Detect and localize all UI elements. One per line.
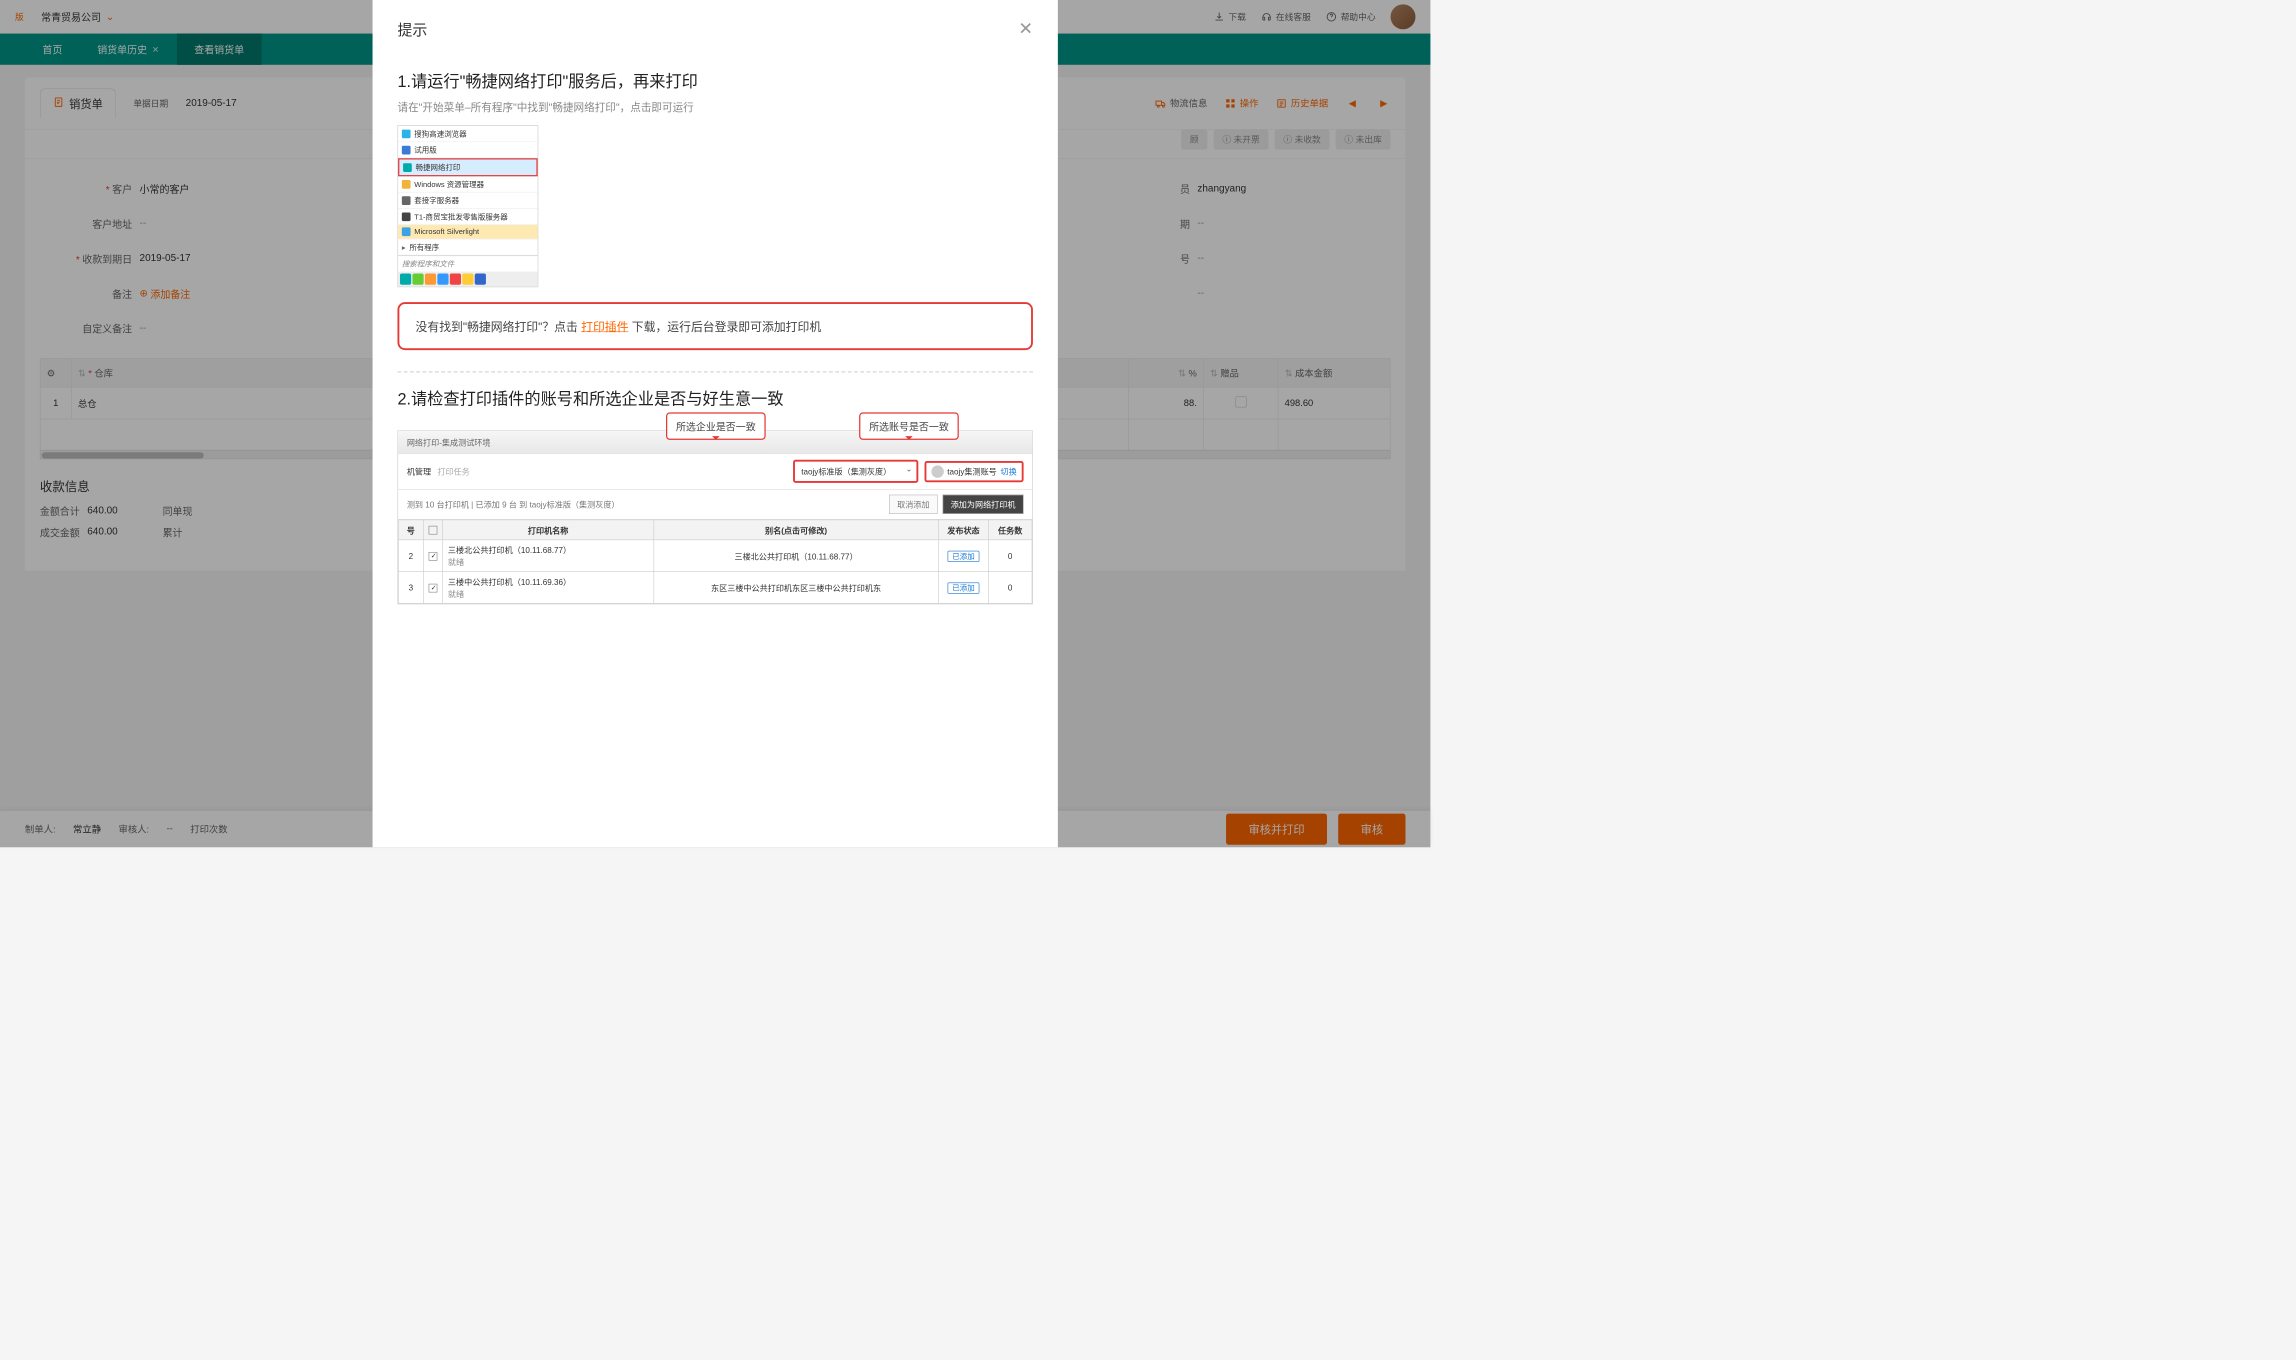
step1-heading: 1.请运行"畅捷网络打印"服务后，再来打印 bbox=[397, 69, 1032, 92]
modal-title: 提示 bbox=[397, 17, 427, 39]
checkbox-icon[interactable] bbox=[429, 526, 438, 535]
section-divider bbox=[397, 371, 1032, 372]
close-button[interactable]: ✕ bbox=[1018, 18, 1033, 39]
step2-heading: 2.请检查打印插件的账号和所选企业是否与好生意一致 bbox=[397, 386, 1032, 409]
bubble-account: 所选账号是否一致 bbox=[859, 412, 959, 439]
user-icon bbox=[931, 465, 943, 477]
checkbox-icon[interactable] bbox=[429, 552, 438, 561]
enterprise-dropdown[interactable]: taojy标准版（集测灰度） bbox=[793, 460, 918, 483]
step1-subtext: 请在"开始菜单–所有程序"中找到"畅捷网络打印"，点击即可运行 bbox=[397, 98, 1032, 114]
plugin-mgmt-label: 机管理 bbox=[407, 465, 431, 477]
plugin-tasks-label: 打印任务 bbox=[437, 465, 469, 477]
startmenu-illustration: 搜狗高速浏览器 试用版 畅捷网络打印 Windows 资源管理器 套接字服务器 … bbox=[397, 125, 538, 287]
add-net-printer-button[interactable]: 添加为网络打印机 bbox=[943, 495, 1024, 514]
download-callout: 没有找到"畅捷网络打印"？点击 打印插件 下载，运行后台登录即可添加打印机 bbox=[397, 302, 1032, 350]
plugin-summary: 测到 10 台打印机 | 已添加 9 台 到 taojy标准版（集测灰度） bbox=[407, 498, 620, 510]
cancel-add-button[interactable]: 取消添加 bbox=[889, 495, 938, 514]
plugin-illustration: 所选企业是否一致 所选账号是否一致 网络打印-集成测试环境 机管理 打印任务 t… bbox=[397, 430, 1032, 604]
modal-overlay[interactable]: 提示 ✕ 1.请运行"畅捷网络打印"服务后，再来打印 请在"开始菜单–所有程序"… bbox=[0, 0, 1430, 847]
print-plugin-link[interactable]: 打印插件 bbox=[581, 321, 628, 334]
print-help-modal: 提示 ✕ 1.请运行"畅捷网络打印"服务后，再来打印 请在"开始菜单–所有程序"… bbox=[373, 0, 1058, 847]
account-box: taojy集测账号 切换 bbox=[924, 461, 1023, 482]
switch-account-link[interactable]: 切换 bbox=[1001, 465, 1017, 477]
printer-row: 2 三楼北公共打印机（10.11.68.77）就绪 三楼北公共打印机（10.11… bbox=[398, 540, 1032, 572]
account-name: taojy集测账号 bbox=[947, 465, 997, 477]
checkbox-icon[interactable] bbox=[429, 584, 438, 593]
printer-row: 3 三楼中公共打印机（10.11.69.36）就绪 东区三楼中公共打印机东区三楼… bbox=[398, 572, 1032, 604]
bubble-enterprise: 所选企业是否一致 bbox=[666, 412, 766, 439]
